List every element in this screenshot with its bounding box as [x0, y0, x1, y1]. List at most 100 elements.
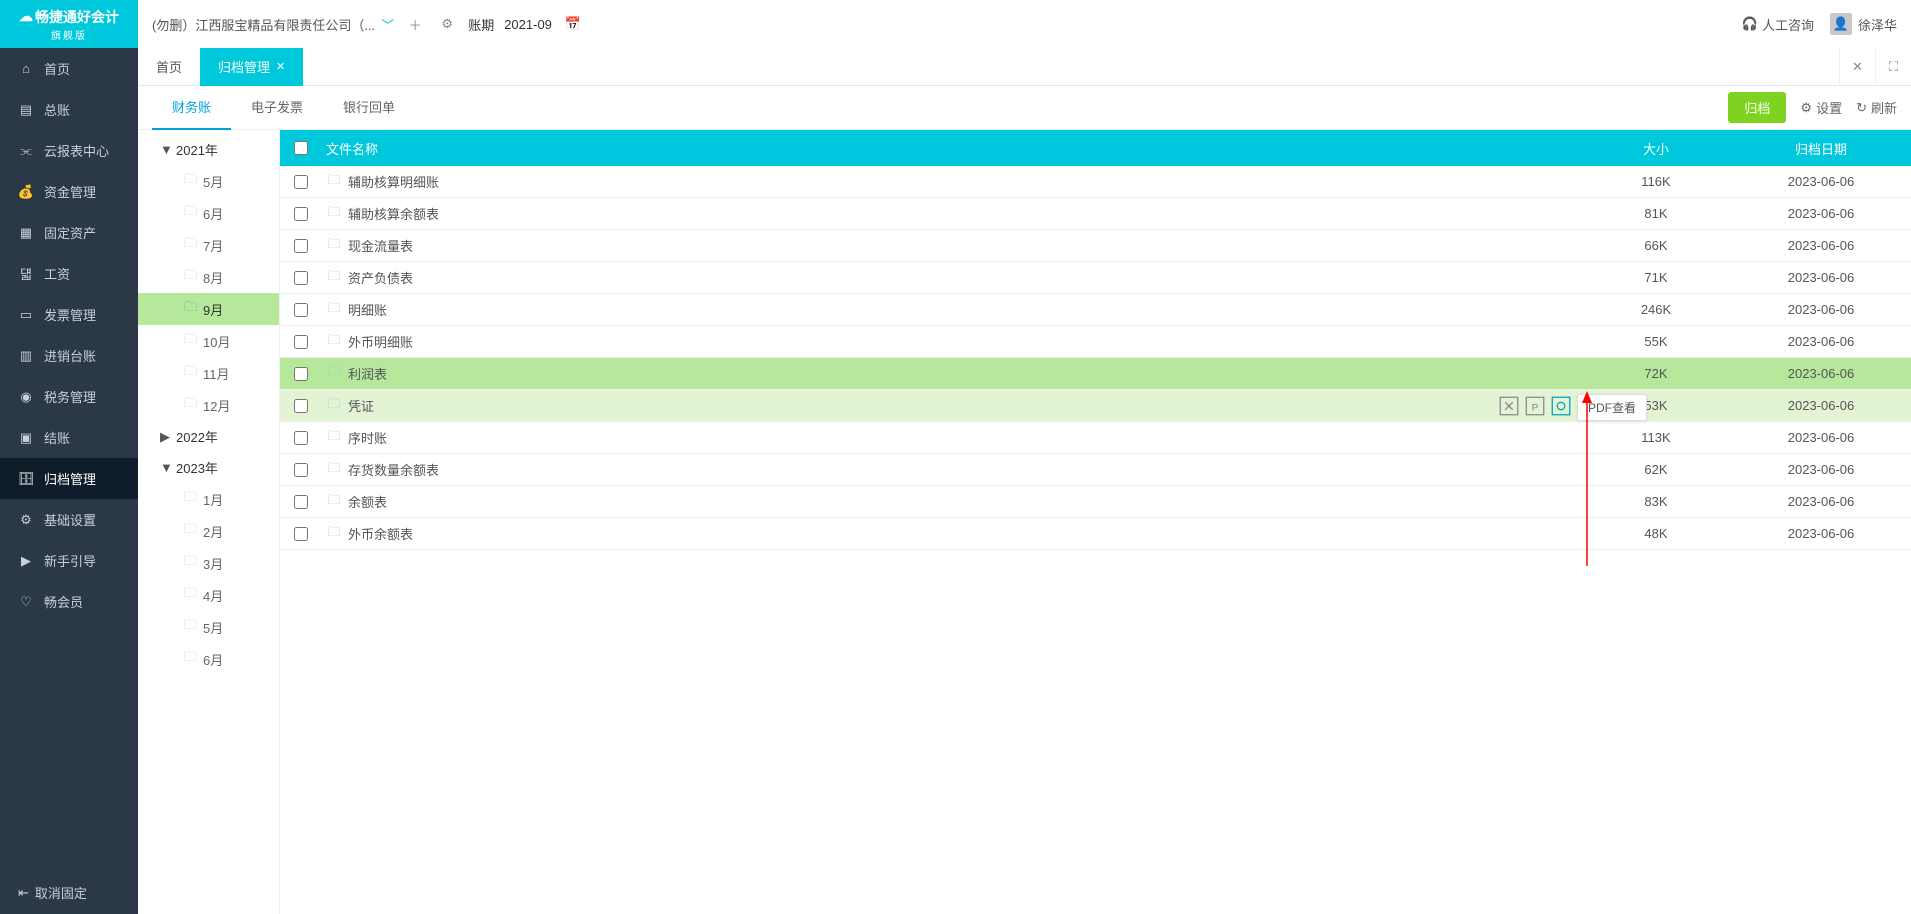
- pdf-view-icon[interactable]: [1551, 396, 1571, 416]
- consult-link[interactable]: 🎧 人工咨询: [1742, 15, 1814, 34]
- tab-label: 归档管理: [218, 57, 270, 76]
- sidebar-item-label: 结账: [44, 428, 70, 447]
- table-row[interactable]: 🗀余额表 83K 2023-06-06: [280, 486, 1911, 518]
- table-row[interactable]: 🗀外币余额表 48K 2023-06-06: [280, 518, 1911, 550]
- tree-month-2月[interactable]: 🗀2月: [138, 515, 279, 547]
- sidebar-unpin[interactable]: ⇤ 取消固定: [0, 871, 138, 914]
- add-icon[interactable]: ＋: [404, 13, 426, 35]
- tree-month-9月[interactable]: 🗀9月: [138, 293, 279, 325]
- sidebar-item-vip[interactable]: ♡畅会员: [0, 581, 138, 622]
- close-icon[interactable]: ✕: [276, 60, 285, 73]
- download-excel-icon[interactable]: [1499, 396, 1519, 416]
- row-checkbox[interactable]: [294, 207, 308, 221]
- table-row[interactable]: 🗀序时账 113K 2023-06-06: [280, 422, 1911, 454]
- invoice-icon: ▭: [18, 307, 34, 323]
- table-row[interactable]: 🗀明细账 246K 2023-06-06: [280, 294, 1911, 326]
- tree-month-6月[interactable]: 🗀6月: [138, 197, 279, 229]
- consult-label: 人工咨询: [1762, 15, 1814, 34]
- table-row[interactable]: 🗀存货数量余额表 62K 2023-06-06: [280, 454, 1911, 486]
- row-checkbox[interactable]: [294, 431, 308, 445]
- subtab-财务账[interactable]: 财务账: [152, 85, 231, 130]
- sidebar-item-tax[interactable]: ◉税务管理: [0, 376, 138, 417]
- archive-button[interactable]: 归档: [1728, 92, 1786, 123]
- sidebar-item-close-book[interactable]: ▣结账: [0, 417, 138, 458]
- period-value[interactable]: 2021-09: [504, 17, 552, 32]
- file-name: 凭证: [348, 396, 374, 415]
- gear-icon[interactable]: ⚙: [436, 13, 458, 35]
- tree-month-5月[interactable]: 🗀5月: [138, 611, 279, 643]
- file-date: 2023-06-06: [1731, 206, 1911, 221]
- asset-icon: ▦: [18, 225, 34, 241]
- subtab-电子发票[interactable]: 电子发票: [231, 85, 323, 130]
- subtab-银行回单[interactable]: 银行回单: [323, 85, 415, 130]
- sidebar-item-chart[interactable]: ⫘云报表中心: [0, 130, 138, 171]
- sidebar-item-ledger[interactable]: ▤总账: [0, 89, 138, 130]
- close-all-tabs[interactable]: ✕: [1839, 49, 1875, 85]
- sidebar-item-inventory[interactable]: ▥进销台账: [0, 335, 138, 376]
- row-checkbox[interactable]: [294, 495, 308, 509]
- company-selector[interactable]: (勿删）江西服宝精品有限责任公司（... ﹀: [152, 15, 394, 34]
- table-row[interactable]: 🗀资产负债表 71K 2023-06-06: [280, 262, 1911, 294]
- tree-month-8月[interactable]: 🗀8月: [138, 261, 279, 293]
- sidebar-item-asset[interactable]: ▦固定资产: [0, 212, 138, 253]
- main-area: (勿删）江西服宝精品有限责任公司（... ﹀ ＋ ⚙ 账期 2021-09 📅 …: [138, 0, 1911, 914]
- tree-month-label: 6月: [203, 650, 223, 669]
- tree-month-label: 5月: [203, 618, 223, 637]
- row-checkbox[interactable]: [294, 527, 308, 541]
- caret-icon: ▶: [160, 429, 170, 445]
- file-name: 外币余额表: [348, 524, 413, 543]
- row-checkbox[interactable]: [294, 175, 308, 189]
- table-row[interactable]: 🗀辅助核算明细账 116K 2023-06-06: [280, 166, 1911, 198]
- tab-归档管理[interactable]: 归档管理 ✕: [200, 48, 303, 86]
- row-checkbox[interactable]: [294, 303, 308, 317]
- tree-month-11月[interactable]: 🗀11月: [138, 357, 279, 389]
- tree-month-6月[interactable]: 🗀6月: [138, 643, 279, 675]
- row-checkbox[interactable]: [294, 239, 308, 253]
- fullscreen-toggle[interactable]: ⛶: [1875, 49, 1911, 85]
- user-menu[interactable]: 👤 徐泽华: [1830, 13, 1897, 35]
- sidebar-item-home[interactable]: ⌂首页: [0, 48, 138, 89]
- row-checkbox[interactable]: [294, 399, 308, 413]
- tree-month-5月[interactable]: 🗀5月: [138, 165, 279, 197]
- file-name: 现金流量表: [348, 236, 413, 255]
- sidebar-item-guide[interactable]: ▶新手引导: [0, 540, 138, 581]
- select-all-checkbox[interactable]: [294, 141, 308, 155]
- tree-month-7月[interactable]: 🗀7月: [138, 229, 279, 261]
- tree-year-2021年[interactable]: ▼2021年: [138, 134, 279, 165]
- tree-month-10月[interactable]: 🗀10月: [138, 325, 279, 357]
- sidebar-item-salary[interactable]: 덃工资: [0, 253, 138, 294]
- sidebar-item-settings[interactable]: ⚙基础设置: [0, 499, 138, 540]
- sidebar-item-label: 新手引导: [44, 551, 96, 570]
- tab-首页[interactable]: 首页: [138, 48, 200, 86]
- tree-year-2022年[interactable]: ▶2022年: [138, 421, 279, 452]
- settings-icon: ⚙: [18, 512, 34, 528]
- tree-year-2023年[interactable]: ▼2023年: [138, 452, 279, 483]
- tree-month-1月[interactable]: 🗀1月: [138, 483, 279, 515]
- tree-month-3月[interactable]: 🗀3月: [138, 547, 279, 579]
- refresh-link[interactable]: ↻刷新: [1856, 98, 1897, 117]
- file-icon: 🗀: [326, 302, 342, 318]
- tree-month-label: 12月: [203, 396, 230, 415]
- row-checkbox[interactable]: [294, 463, 308, 477]
- settings-link[interactable]: ⚙设置: [1800, 98, 1842, 117]
- table-row[interactable]: 🗀利润表 72K 2023-06-06: [280, 358, 1911, 390]
- calendar-icon[interactable]: 📅: [562, 13, 584, 35]
- row-checkbox[interactable]: [294, 335, 308, 349]
- tree-month-label: 1月: [203, 490, 223, 509]
- table-row[interactable]: 🗀现金流量表 66K 2023-06-06: [280, 230, 1911, 262]
- table-row[interactable]: 🗀凭证 53K 2023-06-06 P PDF查看: [280, 390, 1911, 422]
- row-checkbox[interactable]: [294, 271, 308, 285]
- sidebar-item-money[interactable]: 💰资金管理: [0, 171, 138, 212]
- tree-month-12月[interactable]: 🗀12月: [138, 389, 279, 421]
- table-row[interactable]: 🗀辅助核算余额表 81K 2023-06-06: [280, 198, 1911, 230]
- tree-month-4月[interactable]: 🗀4月: [138, 579, 279, 611]
- row-checkbox[interactable]: [294, 367, 308, 381]
- download-pdf-icon[interactable]: P: [1525, 396, 1545, 416]
- folder-icon: 🗀: [184, 170, 197, 192]
- sidebar-item-archive[interactable]: 🗄归档管理: [0, 458, 138, 499]
- table-row[interactable]: 🗀外币明细账 55K 2023-06-06: [280, 326, 1911, 358]
- header-size: 大小: [1581, 139, 1731, 158]
- sidebar-item-label: 发票管理: [44, 305, 96, 324]
- file-name: 余额表: [348, 492, 387, 511]
- sidebar-item-invoice[interactable]: ▭ 发票管理: [0, 294, 138, 335]
